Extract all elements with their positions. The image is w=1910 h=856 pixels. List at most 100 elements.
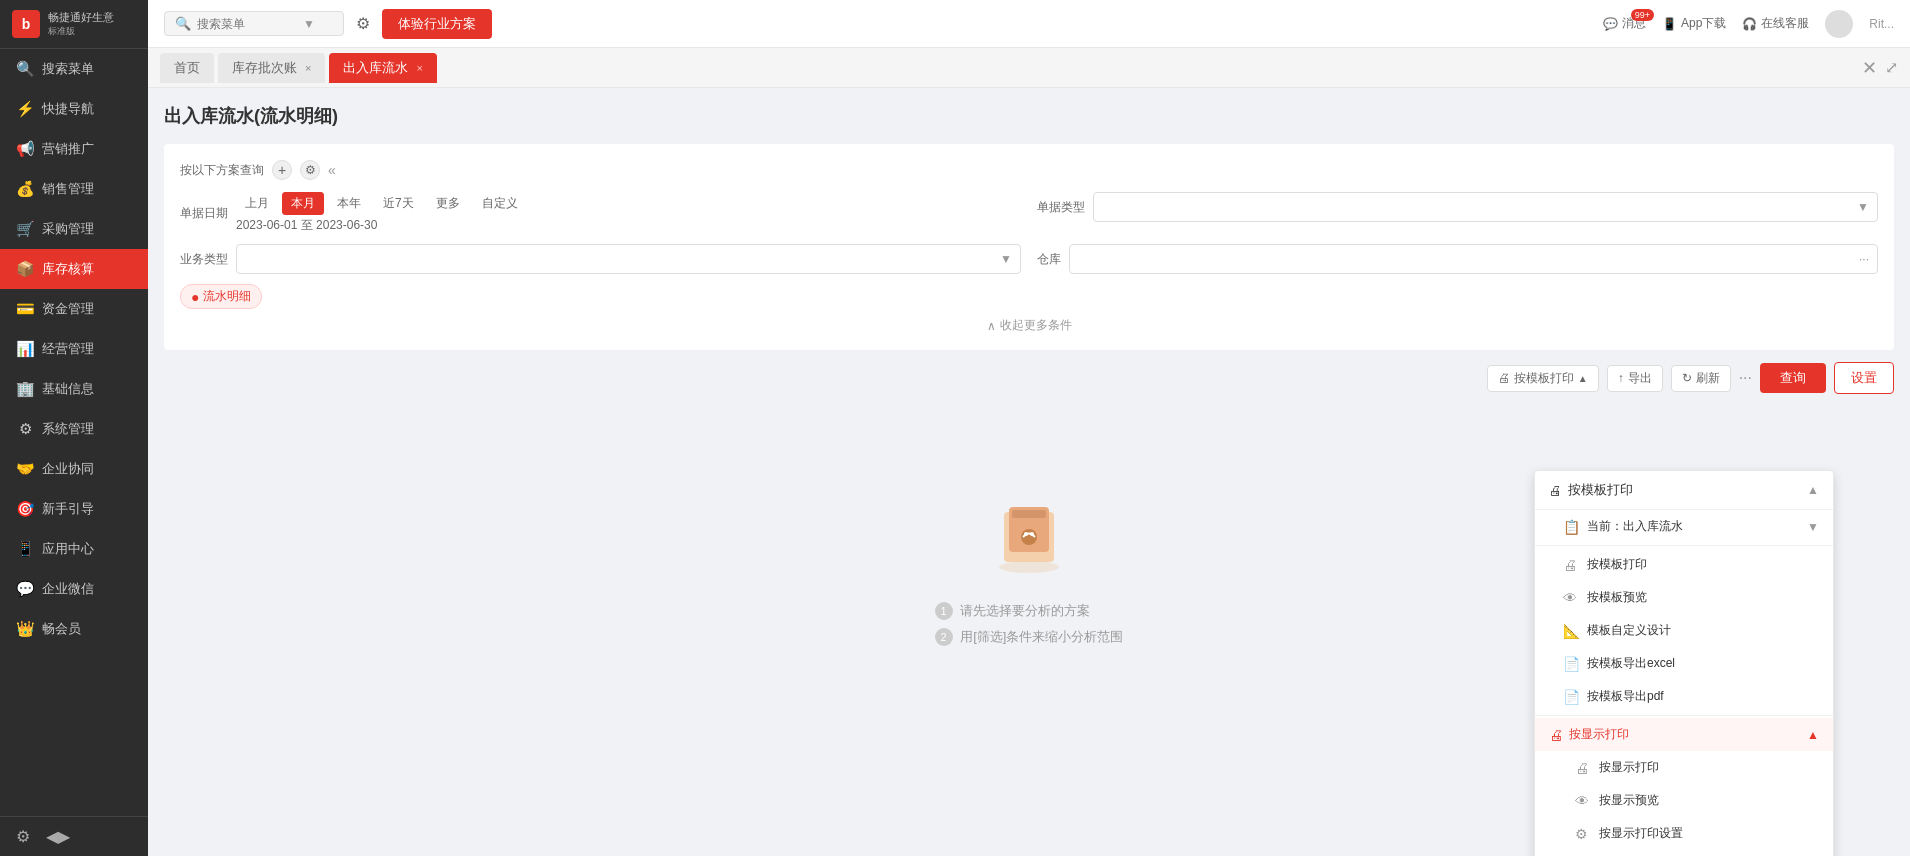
current-template-arrow: ▼ xyxy=(1807,520,1819,534)
page-content: 出入库流水(流水明细) 按以下方案查询 + ⚙ « 单据日期 上月 xyxy=(148,88,1910,856)
app-logo-text: 畅捷通好生意 标准版 xyxy=(48,10,114,37)
filter-tag-row: ● 流水明细 xyxy=(180,284,1878,309)
display-group-collapse-icon[interactable]: ▲ xyxy=(1807,728,1819,742)
inventory-icon: 📦 xyxy=(16,260,34,278)
sidebar: b 畅捷通好生意 标准版 🔍 搜索菜单 ⚡ 快捷导航 📢 营销推广 💰 销售管理 xyxy=(0,0,148,856)
content-area: 🖨 按模板打印 ▲ ↑ 导出 ↻ 刷新 ··· 查询 设置 xyxy=(164,362,1894,730)
settings-bottom-icon[interactable]: ⚙ xyxy=(16,827,30,846)
display-print-icon: 🖨 xyxy=(1575,760,1591,776)
filter-area: 按以下方案查询 + ⚙ « 单据日期 上月 本月 本年 xyxy=(164,144,1894,350)
system-icon: ⚙ xyxy=(16,420,34,438)
print-display-group-header[interactable]: 🖨 按显示打印 ▲ xyxy=(1535,718,1833,751)
collapse-sidebar-icon[interactable]: ◀▶ xyxy=(46,827,70,846)
filter-warehouse-item: 仓库 ··· xyxy=(1037,244,1878,274)
filter-date-options: 上月 本月 本年 近7天 更多 自定义 2023-06-01 至 2023-06… xyxy=(236,192,527,234)
sidebar-item-guide[interactable]: 🎯 新手引导 xyxy=(0,489,148,529)
sidebar-item-member[interactable]: 👑 畅会员 xyxy=(0,609,148,649)
filter-header: 按以下方案查询 + ⚙ « xyxy=(180,160,1878,180)
filter-biz-type-item: 业务类型 ▼ xyxy=(180,244,1021,274)
filter-date-item: 单据日期 上月 本月 本年 近7天 更多 自定义 2023-06-01 至 20… xyxy=(180,192,1021,234)
display-print-settings-item[interactable]: ⚙ 按显示打印设置 xyxy=(1535,817,1833,850)
marketing-icon: 📢 xyxy=(16,140,34,158)
sidebar-item-inventory[interactable]: 📦 库存核算 xyxy=(0,249,148,289)
export-button[interactable]: ↑ 导出 xyxy=(1607,365,1663,392)
topbar-search-box[interactable]: 🔍 ▼ xyxy=(164,11,344,36)
display-preview-item[interactable]: 👁 按显示预览 xyxy=(1535,784,1833,817)
sidebar-item-finance[interactable]: 💳 资金管理 xyxy=(0,289,148,329)
message-button[interactable]: 💬 消息 99+ xyxy=(1603,15,1646,32)
print-current-template[interactable]: 📋 当前：出入库流水 ▼ xyxy=(1535,510,1833,543)
sidebar-item-search[interactable]: 🔍 搜索菜单 xyxy=(0,49,148,89)
finance-icon: 💳 xyxy=(16,300,34,318)
filter-collapse-button[interactable]: ∧ 收起更多条件 xyxy=(180,317,1878,334)
print-template-custom[interactable]: 📐 模板自定义设计 xyxy=(1535,614,1833,647)
date-btn-last-month[interactable]: 上月 xyxy=(236,192,278,215)
settings-icon[interactable]: ⚙ xyxy=(356,14,370,33)
sidebar-item-enterprise[interactable]: 🤝 企业协同 xyxy=(0,449,148,489)
tab-close-inventory-batch[interactable]: × xyxy=(305,62,311,74)
print-template-excel[interactable]: 📄 按模板导出excel xyxy=(1535,647,1833,680)
sidebar-item-management[interactable]: 📊 经营管理 xyxy=(0,329,148,369)
empty-illustration xyxy=(979,482,1079,582)
filter-add-button[interactable]: + xyxy=(272,160,292,180)
warehouse-select-more-icon: ··· xyxy=(1859,252,1869,266)
print-dropdown-scroll: 📋 当前：出入库流水 ▼ 🖨 按模板打印 👁 按模板预览 xyxy=(1535,510,1833,856)
sidebar-item-basic-info[interactable]: 🏢 基础信息 xyxy=(0,369,148,409)
date-btn-this-month[interactable]: 本月 xyxy=(282,192,324,215)
filter-doc-type-select[interactable]: ▼ xyxy=(1093,192,1878,222)
template-custom-icon: 📐 xyxy=(1563,623,1579,639)
tab-in-out-flow[interactable]: 出入库流水 × xyxy=(329,53,436,83)
filter-warehouse-select[interactable]: ··· xyxy=(1069,244,1878,274)
trial-button[interactable]: 体验行业方案 xyxy=(382,9,492,39)
template-print-icon: 🖨 xyxy=(1563,557,1579,573)
current-template-icon: 📋 xyxy=(1563,519,1579,535)
app-logo-icon: b xyxy=(12,10,40,38)
refresh-button[interactable]: ↻ 刷新 xyxy=(1671,365,1731,392)
tab-close-in-out-flow[interactable]: × xyxy=(416,62,422,74)
display-print-item[interactable]: 🖨 按显示打印 xyxy=(1535,751,1833,784)
svg-point-6 xyxy=(1030,532,1034,536)
sidebar-item-sales[interactable]: 💰 销售管理 xyxy=(0,169,148,209)
date-btn-custom[interactable]: 自定义 xyxy=(473,192,527,215)
sidebar-nav: 🔍 搜索菜单 ⚡ 快捷导航 📢 营销推广 💰 销售管理 🛒 采购管理 📦 xyxy=(0,49,148,816)
action-bar: 🖨 按模板打印 ▲ ↑ 导出 ↻ 刷新 ··· 查询 设置 xyxy=(164,362,1894,394)
filter-row-2: 业务类型 ▼ 仓库 ··· xyxy=(180,244,1878,274)
app-download-button[interactable]: 📱 App下载 xyxy=(1662,15,1726,32)
filter-collapse-icon[interactable]: « xyxy=(328,162,336,178)
sidebar-item-app-center[interactable]: 📱 应用中心 xyxy=(0,529,148,569)
divider-2 xyxy=(1535,715,1833,716)
display-preview-icon: 👁 xyxy=(1575,793,1591,809)
user-avatar[interactable] xyxy=(1825,10,1853,38)
filter-settings-button[interactable]: ⚙ xyxy=(300,160,320,180)
query-button[interactable]: 查询 xyxy=(1760,363,1826,393)
print-template-pdf[interactable]: 📄 按模板导出pdf xyxy=(1535,680,1833,713)
sidebar-item-wechat[interactable]: 💬 企业微信 xyxy=(0,569,148,609)
phone-icon: 📱 xyxy=(1662,17,1677,31)
date-btn-7days[interactable]: 近7天 xyxy=(374,192,423,215)
tab-bar-expand-icon[interactable]: ⤢ xyxy=(1885,58,1898,77)
date-btn-this-year[interactable]: 本年 xyxy=(328,192,370,215)
message-badge: 99+ xyxy=(1631,9,1654,21)
biz-select-chevron-icon: ▼ xyxy=(1000,252,1012,266)
print-template-button[interactable]: 🖨 按模板打印 ▲ xyxy=(1487,365,1599,392)
sidebar-item-system[interactable]: ⚙ 系统管理 xyxy=(0,409,148,449)
online-service-button[interactable]: 🎧 在线客服 xyxy=(1742,15,1809,32)
tab-inventory-batch[interactable]: 库存批次账 × xyxy=(218,53,325,83)
display-export-excel-item[interactable]: 📄 按显示导出excel xyxy=(1535,850,1833,856)
tag-icon: ● xyxy=(191,289,199,305)
print-dropdown-header: 🖨 按模板打印 ▲ xyxy=(1535,471,1833,510)
sidebar-item-purchase[interactable]: 🛒 采购管理 xyxy=(0,209,148,249)
sidebar-item-quick-nav[interactable]: ⚡ 快捷导航 xyxy=(0,89,148,129)
filter-biz-type-select[interactable]: ▼ xyxy=(236,244,1021,274)
print-template-preview[interactable]: 👁 按模板预览 xyxy=(1535,581,1833,614)
dropdown-collapse-icon[interactable]: ▲ xyxy=(1807,483,1819,497)
print-template-print[interactable]: 🖨 按模板打印 xyxy=(1535,548,1833,581)
sidebar-item-marketing[interactable]: 📢 营销推广 xyxy=(0,129,148,169)
tab-home[interactable]: 首页 xyxy=(160,53,214,83)
tab-bar-close-icon[interactable]: ✕ xyxy=(1862,57,1877,79)
search-input[interactable] xyxy=(197,17,297,31)
search-icon: 🔍 xyxy=(16,60,34,78)
date-btn-more[interactable]: 更多 xyxy=(427,192,469,215)
more-options-button[interactable]: ··· xyxy=(1739,369,1752,387)
settings-button[interactable]: 设置 xyxy=(1834,362,1894,394)
